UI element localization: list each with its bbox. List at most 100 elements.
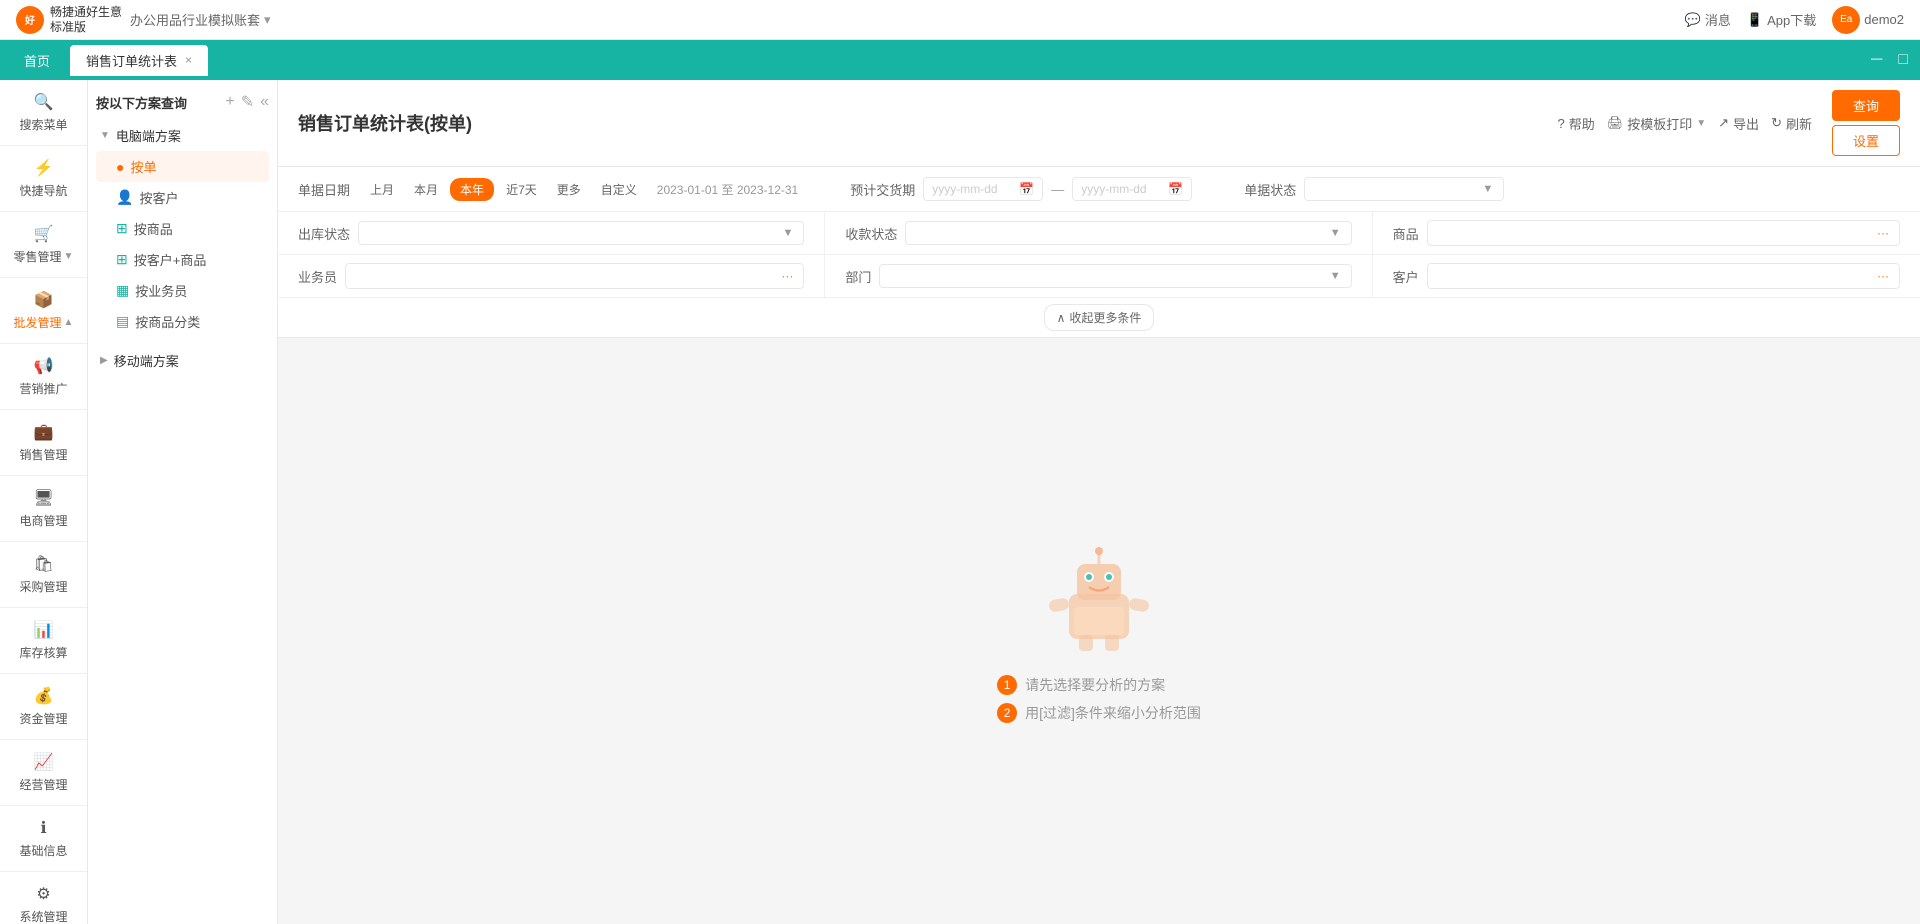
sidebar-item-system[interactable]: ⚙ 系统管理 — [0, 872, 87, 924]
sidebar-item-retail[interactable]: 🛒 零售管理 ▼ — [0, 212, 87, 278]
sidebar-item-quicknav[interactable]: ⚡ 快捷导航 — [0, 146, 87, 212]
date-btn-last-month[interactable]: 上月 — [362, 178, 402, 201]
panel-item-by-salesperson[interactable]: ▦ 按业务员 — [96, 275, 269, 306]
help-link[interactable]: ? 帮助 — [1557, 114, 1594, 133]
retail-arrow: ▼ — [64, 251, 74, 262]
date-btn-this-month[interactable]: 本月 — [406, 178, 446, 201]
customer-input[interactable]: ··· — [1427, 263, 1900, 289]
main-layout: 🔍 搜索菜单 ⚡ 快捷导航 🛒 零售管理 ▼ 📦 批发管理 ▲ 📢 营销推广 — [0, 80, 1920, 924]
message-action[interactable]: 💬 消息 — [1685, 10, 1731, 29]
filter-row-3: 业务员 ··· 部门 ▼ 客户 — [278, 255, 1920, 297]
user-action[interactable]: Ea demo2 — [1832, 6, 1904, 34]
refresh-link[interactable]: ↻ 刷新 — [1771, 114, 1812, 133]
panel-item-by-customer-product[interactable]: ⊞ 按客户+商品 — [96, 244, 269, 275]
status-select[interactable]: ▼ — [1304, 177, 1504, 201]
expected-delivery-end[interactable]: yyyy-mm-dd 📅 — [1072, 177, 1192, 201]
panel-section-mobile: ▶ 移动端方案 — [88, 345, 277, 376]
delivery-status-cell: 出库状态 ▼ — [278, 212, 825, 254]
panel-toolbar: 按以下方案查询 + ✎ « — [88, 88, 277, 120]
payment-status-cell: 收款状态 ▼ — [825, 212, 1372, 254]
by-product-icon: ⊞ — [116, 220, 128, 237]
empty-illustration — [1039, 539, 1159, 659]
by-customer-product-icon: ⊞ — [116, 251, 128, 268]
download-icon: 📱 — [1747, 12, 1763, 28]
sidebar-item-ecommerce[interactable]: 🖥 电商管理 — [0, 476, 87, 542]
top-header: 好 畅捷通好生意 标准版 办公用品行业模拟账套 ▾ 💬 消息 📱 App下载 E… — [0, 0, 1920, 40]
header-left: 好 畅捷通好生意 标准版 办公用品行业模拟账套 ▾ — [16, 5, 271, 34]
sidebar-item-purchase[interactable]: 🛍 采购管理 — [0, 542, 87, 608]
delivery-status-arrow: ▼ — [782, 227, 793, 239]
salesperson-more-icon[interactable]: ··· — [781, 269, 793, 283]
basic-icon: ℹ — [40, 818, 46, 838]
product-input[interactable]: ··· — [1427, 220, 1900, 246]
salesperson-input[interactable]: ··· — [345, 263, 804, 289]
section-mobile-header[interactable]: ▶ 移动端方案 — [96, 345, 269, 376]
product-more-icon[interactable]: ··· — [1877, 226, 1889, 240]
breadcrumb-arrow[interactable]: ▾ — [264, 12, 271, 28]
date-btn-this-year[interactable]: 本年 — [450, 178, 494, 201]
reset-button[interactable]: 设置 — [1832, 125, 1900, 156]
tab-minimize-btn[interactable]: ─ — [1867, 47, 1886, 73]
sidebar-item-sales[interactable]: 💼 销售管理 — [0, 410, 87, 476]
tab-home[interactable]: 首页 — [8, 45, 66, 76]
sidebar-item-finance[interactable]: 💰 资金管理 — [0, 674, 87, 740]
date-btn-custom[interactable]: 自定义 — [593, 178, 645, 201]
department-select[interactable]: ▼ — [879, 264, 1351, 288]
search-button[interactable]: 查询 — [1832, 90, 1900, 121]
tab-maximize-btn[interactable]: □ — [1894, 47, 1912, 73]
tab-close-icon[interactable]: × — [185, 53, 192, 67]
content-header: 销售订单统计表(按单) ? 帮助 🖨 按模板打印 ▼ ↗ 导出 ↻ 刷新 — [278, 80, 1920, 167]
expected-delivery-start[interactable]: yyyy-mm-dd 📅 — [923, 177, 1043, 201]
expand-icon: ▼ — [100, 130, 110, 141]
panel-item-by-customer[interactable]: 👤 按客户 — [96, 182, 269, 213]
panel-item-by-product[interactable]: ⊞ 按商品 — [96, 213, 269, 244]
status-label: 单据状态 — [1244, 180, 1296, 199]
mobile-expand-icon: ▶ — [100, 355, 108, 366]
panel-title: 按以下方案查询 — [96, 93, 219, 112]
robot-svg — [1039, 539, 1159, 659]
panel-item-by-order[interactable]: ● 按单 — [96, 151, 269, 182]
export-link[interactable]: ↗ 导出 — [1718, 114, 1759, 133]
app-download-action[interactable]: 📱 App下载 — [1747, 10, 1816, 29]
filter-row-2: 出库状态 ▼ 收款状态 ▼ 商品 — [278, 212, 1920, 255]
sidebar-item-wholesale[interactable]: 📦 批发管理 ▲ — [0, 278, 87, 344]
by-salesperson-icon: ▦ — [116, 282, 129, 299]
delivery-status-select[interactable]: ▼ — [358, 221, 804, 245]
payment-status-arrow: ▼ — [1330, 227, 1341, 239]
sidebar-item-operations[interactable]: 📈 经营管理 — [0, 740, 87, 806]
by-category-icon: ▤ — [116, 313, 129, 330]
calendar-icon-1: 📅 — [1019, 182, 1034, 196]
panel-add-btn[interactable]: + — [225, 93, 234, 111]
sidebar-item-inventory[interactable]: 📊 库存核算 — [0, 608, 87, 674]
sidebar-item-basic[interactable]: ℹ 基础信息 — [0, 806, 87, 872]
page-title: 销售订单统计表(按单) — [298, 110, 472, 136]
sidebar-item-search[interactable]: 🔍 搜索菜单 — [0, 80, 87, 146]
collapse-button[interactable]: ∧ 收起更多条件 — [1044, 304, 1155, 331]
status-group: 单据状态 ▼ — [1244, 177, 1504, 201]
breadcrumb: 办公用品行业模拟账套 ▾ — [130, 10, 271, 29]
customer-more-icon[interactable]: ··· — [1877, 269, 1889, 283]
date-btn-more[interactable]: 更多 — [549, 178, 589, 201]
panel-edit-btn[interactable]: ✎ — [241, 92, 254, 112]
date-btn-last-7[interactable]: 近7天 — [498, 178, 545, 201]
tab-bar: 首页 销售订单统计表 × ─ □ — [0, 40, 1920, 80]
empty-hint-1: 1 请先选择要分析的方案 — [997, 675, 1201, 695]
ecommerce-icon: 🖥 — [33, 488, 53, 508]
hint-1-text: 请先选择要分析的方案 — [1025, 675, 1165, 695]
template-print-link[interactable]: 🖨 按模板打印 ▼ — [1607, 114, 1706, 133]
section-pc-header[interactable]: ▼ 电脑端方案 — [96, 120, 269, 151]
quicknav-icon: ⚡ — [34, 158, 54, 178]
delivery-status-label: 出库状态 — [298, 224, 350, 243]
refresh-icon: ↻ — [1771, 115, 1782, 131]
panel-collapse-btn[interactable]: « — [260, 93, 269, 111]
panel-section-pc: ▼ 电脑端方案 ● 按单 👤 按客户 ⊞ 按商品 ⊞ 按客户+商品 ▦ 按业务员 — [88, 120, 277, 337]
tab-sales-order[interactable]: 销售订单统计表 × — [70, 45, 208, 76]
payment-status-select[interactable]: ▼ — [905, 221, 1351, 245]
hint-1-num: 1 — [997, 675, 1017, 695]
logo-area: 好 畅捷通好生意 标准版 — [16, 5, 122, 34]
by-customer-icon: 👤 — [116, 189, 133, 206]
panel-item-by-category[interactable]: ▤ 按商品分类 — [96, 306, 269, 337]
department-label: 部门 — [845, 267, 871, 286]
sidebar-item-marketing[interactable]: 📢 营销推广 — [0, 344, 87, 410]
filter-wrapper: 单据日期 上月 本月 本年 近7天 更多 自定义 2023-01-01 至 20… — [278, 167, 1920, 338]
